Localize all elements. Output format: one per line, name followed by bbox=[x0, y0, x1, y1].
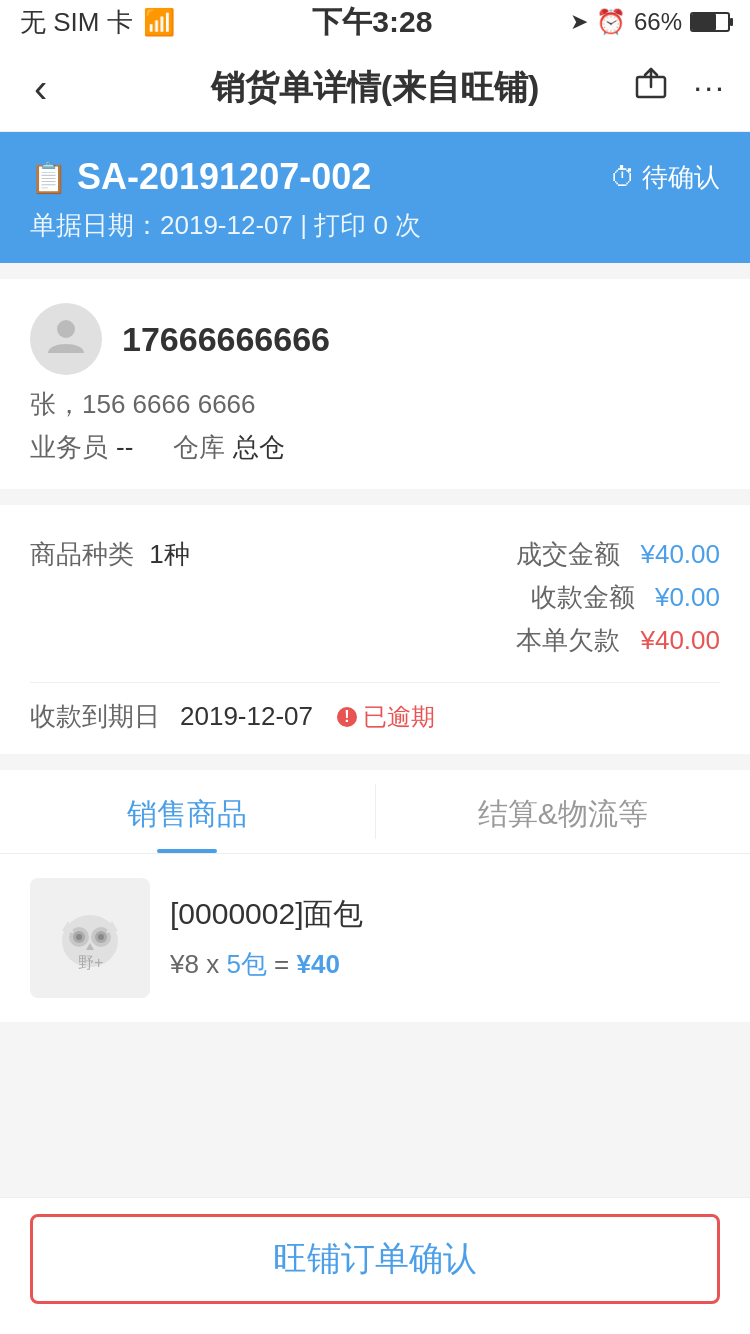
owed-amount-value: ¥40.00 bbox=[640, 625, 720, 656]
finance-section: 商品种类 1种 成交金额 ¥40.00 收款金额 ¥0.00 本单欠款 ¥40.… bbox=[0, 505, 750, 754]
confirm-order-button[interactable]: 旺铺订单确认 bbox=[30, 1214, 720, 1304]
status-time: 下午3:28 bbox=[312, 2, 432, 43]
tabs-row: 销售商品 结算&物流等 bbox=[0, 770, 750, 854]
svg-point-2 bbox=[57, 320, 75, 338]
product-types-value: 1种 bbox=[149, 539, 189, 569]
product-name: [0000002]面包 bbox=[170, 894, 720, 935]
overdue-icon: ! bbox=[337, 707, 357, 727]
user-icon bbox=[44, 313, 88, 366]
location-icon: ➤ bbox=[570, 9, 588, 35]
bottom-bar: 旺铺订单确认 bbox=[0, 1197, 750, 1334]
warehouse-value: 总仓 bbox=[233, 430, 285, 465]
no-sim-text: 无 SIM 卡 bbox=[20, 5, 133, 40]
order-date: 单据日期：2019-12-07 | 打印 0 次 bbox=[30, 208, 720, 243]
order-id: 📋 SA-20191207-002 bbox=[30, 156, 371, 198]
customer-name-detail: 张，156 6666 6666 bbox=[30, 387, 720, 422]
product-price: ¥8 x 5包 = ¥40 bbox=[170, 947, 720, 982]
svg-point-8 bbox=[76, 934, 82, 940]
received-amount-line: 收款金额 ¥0.00 bbox=[516, 580, 720, 615]
wifi-icon: 📶 bbox=[143, 7, 175, 38]
more-icon[interactable]: ··· bbox=[693, 69, 726, 106]
finance-row: 商品种类 1种 成交金额 ¥40.00 收款金额 ¥0.00 本单欠款 ¥40.… bbox=[30, 521, 720, 682]
warehouse-label: 仓库 bbox=[173, 430, 225, 465]
finance-right: 成交金额 ¥40.00 收款金额 ¥0.00 本单欠款 ¥40.00 bbox=[516, 537, 720, 666]
received-amount-value: ¥0.00 bbox=[655, 582, 720, 613]
order-status: ⏱ 待确认 bbox=[610, 160, 720, 195]
salesperson-value: -- bbox=[116, 432, 133, 463]
product-section: 野+ [0000002]面包 ¥8 x 5包 = ¥40 bbox=[0, 854, 750, 1022]
product-total: ¥40 bbox=[296, 949, 339, 979]
deal-amount-value: ¥40.00 bbox=[640, 539, 720, 570]
status-right: ➤ ⏰ 66% bbox=[570, 8, 730, 36]
customer-row: 17666666666 bbox=[30, 303, 720, 375]
battery-icon bbox=[690, 12, 730, 32]
clock-icon: ⏱ bbox=[610, 162, 636, 193]
customer-phone: 17666666666 bbox=[122, 320, 330, 359]
tab-settlement[interactable]: 结算&物流等 bbox=[376, 770, 751, 853]
deal-amount-label: 成交金额 bbox=[516, 537, 620, 572]
product-types-label: 商品种类 1种 bbox=[30, 537, 190, 572]
overdue-text: 已逾期 bbox=[363, 701, 435, 733]
product-thumbnail: 野+ bbox=[30, 878, 150, 998]
back-button[interactable]: ‹ bbox=[24, 58, 57, 118]
avatar bbox=[30, 303, 102, 375]
received-amount-label: 收款金额 bbox=[531, 580, 635, 615]
finance-left: 商品种类 1种 bbox=[30, 537, 190, 572]
due-date-row: 收款到期日 2019-12-07 ! 已逾期 bbox=[30, 682, 720, 750]
svg-text:野+: 野+ bbox=[78, 954, 103, 971]
product-qty: 5包 bbox=[226, 949, 266, 979]
share-icon[interactable] bbox=[633, 65, 669, 110]
salesperson-item: 业务员 -- bbox=[30, 430, 133, 465]
alarm-icon: ⏰ bbox=[596, 8, 626, 36]
customer-info: 17666666666 bbox=[122, 320, 330, 359]
svg-point-9 bbox=[98, 934, 104, 940]
nav-actions: ··· bbox=[633, 65, 726, 110]
owed-amount-line: 本单欠款 ¥40.00 bbox=[516, 623, 720, 658]
tab-sales-product[interactable]: 销售商品 bbox=[0, 770, 375, 853]
nav-bar: ‹ 销货单详情(来自旺铺) ··· bbox=[0, 44, 750, 132]
customer-meta: 业务员 -- 仓库 总仓 bbox=[30, 430, 720, 465]
deal-amount-line: 成交金额 ¥40.00 bbox=[516, 537, 720, 572]
price-base: ¥8 x bbox=[170, 949, 226, 979]
status-left: 无 SIM 卡 📶 bbox=[20, 5, 175, 40]
status-bar: 无 SIM 卡 📶 下午3:28 ➤ ⏰ 66% bbox=[0, 0, 750, 44]
order-header-card: 📋 SA-20191207-002 ⏱ 待确认 单据日期：2019-12-07 … bbox=[0, 132, 750, 263]
due-date-value: 2019-12-07 bbox=[180, 701, 313, 732]
header-top: 📋 SA-20191207-002 ⏱ 待确认 bbox=[30, 156, 720, 198]
product-placeholder-icon: 野+ bbox=[50, 903, 130, 973]
overdue-badge: ! 已逾期 bbox=[337, 701, 435, 733]
warehouse-item: 仓库 总仓 bbox=[173, 430, 285, 465]
salesperson-label: 业务员 bbox=[30, 430, 108, 465]
equals: = bbox=[267, 949, 297, 979]
page-title: 销货单详情(来自旺铺) bbox=[211, 65, 540, 111]
order-id-icon: 📋 bbox=[30, 160, 67, 195]
due-date-label: 收款到期日 bbox=[30, 699, 160, 734]
battery-text: 66% bbox=[634, 8, 682, 36]
customer-section: 17666666666 张，156 6666 6666 业务员 -- 仓库 总仓 bbox=[0, 279, 750, 489]
product-item: 野+ [0000002]面包 ¥8 x 5包 = ¥40 bbox=[30, 878, 720, 998]
product-info: [0000002]面包 ¥8 x 5包 = ¥40 bbox=[170, 894, 720, 982]
owed-amount-label: 本单欠款 bbox=[516, 623, 620, 658]
tabs-section: 销售商品 结算&物流等 bbox=[0, 770, 750, 854]
